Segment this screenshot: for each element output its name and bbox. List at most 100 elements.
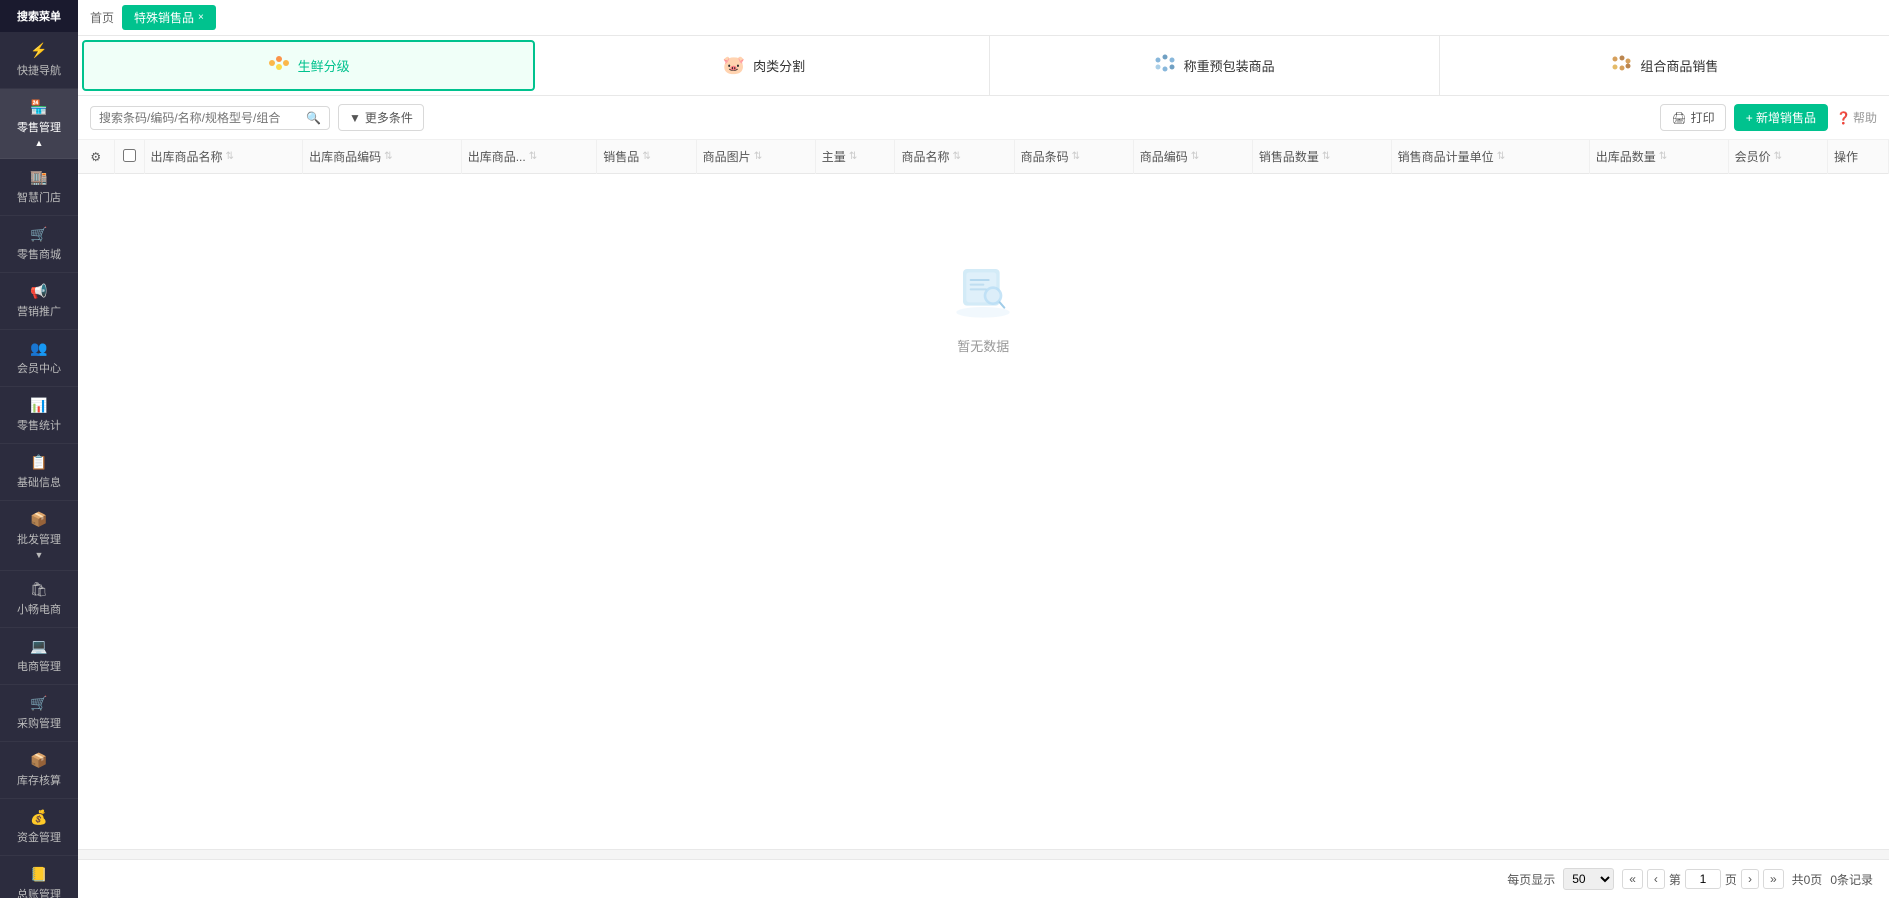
sidebar-item-label: 快捷导航 — [17, 62, 61, 78]
col-member-price: 会员价 ⇅ — [1728, 140, 1827, 174]
search-input[interactable] — [99, 111, 302, 125]
filter-btn-label: 更多条件 — [365, 109, 413, 126]
filter-button[interactable]: ▼ 更多条件 — [338, 104, 424, 131]
sort-icon[interactable]: ⇅ — [384, 151, 392, 162]
sidebar-item-ecom-mgmt[interactable]: 💻 电商管理 — [0, 628, 78, 685]
col-sale-unit-label: 销售商品计量单位 — [1398, 148, 1494, 165]
sort-icon[interactable]: ⇅ — [1191, 151, 1199, 162]
next-page-button[interactable]: › — [1741, 869, 1759, 889]
table-body: 暂无数据 — [78, 174, 1889, 436]
table-header-row: ⚙ 出库商品名称 ⇅ 出库商品编码 ⇅ — [78, 140, 1889, 174]
sort-icon[interactable]: ⇅ — [1497, 151, 1505, 162]
sidebar-logo: 搜索菜单 — [0, 0, 78, 32]
print-button[interactable]: 🖨 打印 — [1660, 104, 1725, 131]
toolbar-right: 🖨 打印 + 新增销售品 ❓ 帮助 — [1660, 104, 1877, 131]
cat-tab-label: 肉类分割 — [753, 56, 805, 75]
sidebar-item-mini-ecom[interactable]: 🛍 小畅电商 — [0, 571, 78, 628]
settings-icon[interactable]: ⚙ — [90, 150, 101, 164]
cat-tab-combo-sale[interactable]: 组合商品销售 — [1440, 36, 1889, 95]
col-barcode: 商品条码 ⇅ — [1014, 140, 1133, 174]
basic-info-icon: 📋 — [30, 454, 47, 471]
sort-icon[interactable]: ⇅ — [529, 151, 537, 162]
table-container: ⚙ 出库商品名称 ⇅ 出库商品编码 ⇅ — [78, 140, 1889, 849]
col-out-name: 出库商品名称 ⇅ — [144, 140, 303, 174]
topbar-home[interactable]: 首页 — [90, 9, 114, 26]
page-label: 第 — [1669, 871, 1681, 888]
page-number-input[interactable] — [1685, 869, 1721, 889]
select-all-checkbox[interactable] — [123, 149, 136, 162]
search-icon[interactable]: 🔍 — [306, 111, 321, 125]
pagination: 每页显示 50 10 20 100 « ‹ 第 页 › » 共0页 0条记录 — [78, 859, 1889, 898]
sidebar-item-inventory[interactable]: 📦 库存核算 — [0, 742, 78, 799]
sidebar-item-label: 总账管理 — [17, 886, 61, 898]
sort-icon[interactable]: ⇅ — [952, 151, 960, 162]
cat-tab-fresh-grade[interactable]: 生鲜分级 — [82, 40, 535, 91]
sidebar-item-retail-mgmt[interactable]: 🏪 零售管理 ▲ — [0, 89, 78, 159]
sidebar-item-basic-info[interactable]: 📋 基础信息 — [0, 444, 78, 501]
col-ops: 操作 — [1828, 140, 1889, 174]
sidebar-item-label: 库存核算 — [17, 772, 61, 788]
col-out-code: 出库商品编码 ⇅ — [303, 140, 462, 174]
smart-store-icon: 🏬 — [30, 169, 47, 186]
sidebar-item-retail-stats[interactable]: 📊 零售统计 — [0, 387, 78, 444]
sidebar-item-marketing[interactable]: 📢 营销推广 — [0, 273, 78, 330]
sort-icon[interactable]: ⇅ — [849, 151, 857, 162]
sort-icon[interactable]: ⇅ — [1322, 151, 1330, 162]
sidebar-item-quick-nav[interactable]: ⚡ 快捷导航 — [0, 32, 78, 89]
sidebar-item-capital-mgmt[interactable]: 💰 资金管理 — [0, 799, 78, 856]
search-box[interactable]: 🔍 — [90, 106, 330, 130]
sort-icon[interactable]: ⇅ — [1774, 151, 1782, 162]
sidebar-item-purchase-mgmt[interactable]: 🛒 采购管理 — [0, 685, 78, 742]
sort-icon[interactable]: ⇅ — [754, 151, 762, 162]
toolbar: 🔍 ▼ 更多条件 🖨 打印 + 新增销售品 ❓ 帮助 — [78, 96, 1889, 140]
members-icon: 👥 — [30, 340, 47, 357]
sidebar-item-label: 零售商城 — [17, 246, 61, 262]
sort-icon[interactable]: ⇅ — [226, 151, 234, 162]
col-img-label: 商品图片 — [703, 148, 751, 165]
col-barcode-label: 商品条码 — [1021, 148, 1069, 165]
combo-sale-icon — [1610, 54, 1632, 77]
cat-tab-meat-cut[interactable]: 🐷 肉类分割 — [539, 36, 989, 95]
general-ledger-icon: 📒 — [30, 866, 47, 883]
quick-nav-icon: ⚡ — [30, 42, 47, 59]
ecom-mgmt-icon: 💻 — [30, 638, 47, 655]
sidebar-item-general-ledger[interactable]: 📒 总账管理 — [0, 856, 78, 898]
sidebar-item-label: 零售统计 — [17, 417, 61, 433]
sort-icon[interactable]: ⇅ — [1659, 151, 1667, 162]
sidebar-item-retail-mall[interactable]: 🛒 零售商城 — [0, 216, 78, 273]
sort-icon[interactable]: ⇅ — [642, 151, 650, 162]
add-btn-label: + 新增销售品 — [1746, 109, 1816, 126]
horizontal-scrollbar[interactable] — [78, 849, 1889, 859]
sidebar-item-label: 电商管理 — [17, 658, 61, 674]
col-sale-item-label: 销售品 — [603, 148, 639, 165]
col-sale-qty-label: 销售品数量 — [1259, 148, 1319, 165]
first-page-button[interactable]: « — [1622, 869, 1643, 889]
sidebar-item-label: 会员中心 — [17, 360, 61, 376]
prev-page-button[interactable]: ‹ — [1647, 869, 1665, 889]
sidebar-item-label: 小畅电商 — [17, 601, 61, 617]
per-page-select[interactable]: 50 10 20 100 — [1563, 868, 1614, 890]
page-nav: « ‹ 第 页 › » — [1622, 869, 1783, 889]
total-pages: 共0页 — [1792, 871, 1823, 888]
topbar-active-tab[interactable]: 特殊销售品 × — [122, 5, 216, 30]
sidebar-item-members[interactable]: 👥 会员中心 — [0, 330, 78, 387]
sort-icon[interactable]: ⇅ — [1072, 151, 1080, 162]
sidebar: 搜索菜单 ⚡ 快捷导航 🏪 零售管理 ▲ 🏬 智慧门店 🛒 零售商城 📢 营销推… — [0, 0, 78, 898]
help-btn-label: 帮助 — [1853, 109, 1877, 126]
main-table: ⚙ 出库商品名称 ⇅ 出库商品编码 ⇅ — [78, 140, 1889, 435]
cat-tab-weigh-pack[interactable]: 称重预包装商品 — [990, 36, 1440, 95]
col-out-qty: 出库品数量 ⇅ — [1589, 140, 1728, 174]
sidebar-item-wholesale-mgmt[interactable]: 📦 批发管理 ▼ — [0, 501, 78, 571]
category-tabs: 生鲜分级 🐷 肉类分割 称重预包装商品 — [78, 36, 1889, 96]
purchase-mgmt-icon: 🛒 — [30, 695, 47, 712]
col-checkbox — [114, 140, 144, 174]
help-button[interactable]: ❓ 帮助 — [1836, 109, 1877, 126]
meat-cut-icon: 🐷 — [723, 55, 745, 76]
add-sale-item-button[interactable]: + 新增销售品 — [1734, 104, 1828, 131]
empty-text: 暂无数据 — [957, 336, 1009, 355]
topbar-tab-close[interactable]: × — [198, 12, 204, 23]
last-page-button[interactable]: » — [1763, 869, 1784, 889]
sidebar-item-smart-store[interactable]: 🏬 智慧门店 — [0, 159, 78, 216]
sidebar-item-label: 资金管理 — [17, 829, 61, 845]
filter-icon: ▼ — [349, 111, 361, 125]
